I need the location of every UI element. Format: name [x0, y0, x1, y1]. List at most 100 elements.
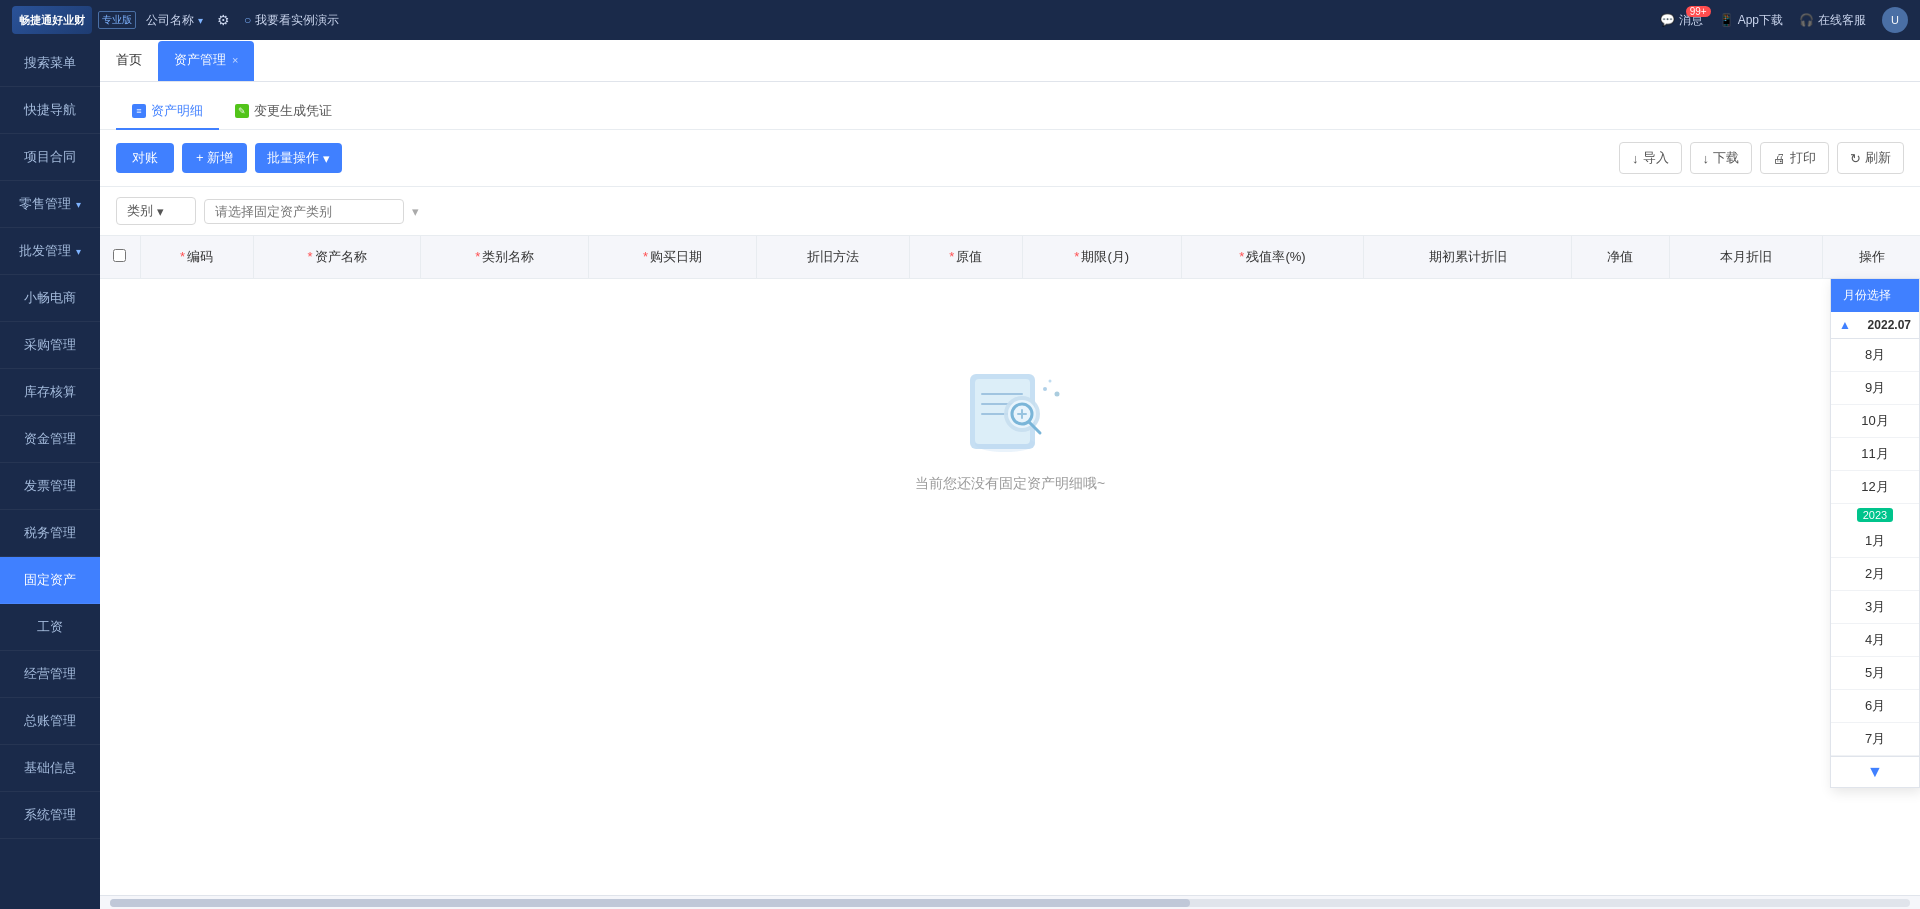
month-item-8[interactable]: 8月	[1831, 339, 1919, 372]
sidebar-label-finance: 资金管理	[24, 431, 76, 446]
sidebar-item-search[interactable]: 搜索菜单	[0, 40, 100, 87]
download-button[interactable]: ↓ 下载	[1690, 142, 1753, 174]
sidebar-item-salary[interactable]: 工资	[0, 604, 100, 651]
print-icon: 🖨	[1773, 151, 1786, 166]
month-item-1[interactable]: 1月	[1831, 525, 1919, 558]
brand-logo: 畅捷通好业财	[12, 6, 92, 34]
sidebar-item-quicknav[interactable]: 快捷导航	[0, 87, 100, 134]
select-all-checkbox[interactable]	[113, 249, 126, 262]
month-panel-title: 月份选择	[1843, 287, 1891, 304]
sub-tab-asset-detail[interactable]: ≡ 资产明细	[116, 94, 219, 130]
month-item-10[interactable]: 10月	[1831, 405, 1919, 438]
tab-asset-management[interactable]: 资产管理 ×	[158, 41, 254, 81]
brand-subtitle: 专业版	[98, 11, 136, 29]
sidebar-label-basic-info: 基础信息	[24, 760, 76, 775]
tab-bar: 首页 资产管理 ×	[100, 40, 1920, 82]
print-button[interactable]: 🖨 打印	[1760, 142, 1829, 174]
import-label: 导入	[1643, 149, 1669, 167]
toolbar-right: ↓ 导入 ↓ 下载 🖨 打印 ↻ 刷新	[1619, 142, 1904, 174]
sub-tab-change-voucher-label: 变更生成凭证	[254, 102, 332, 120]
tab-asset-label: 资产管理	[174, 51, 226, 69]
sidebar-item-invoice[interactable]: 发票管理	[0, 463, 100, 510]
month-item-12[interactable]: 12月	[1831, 471, 1919, 504]
add-label: + 新增	[196, 149, 233, 167]
svg-point-13	[1049, 380, 1052, 383]
top-bar-right: 💬 消息 99+ 📱 App下载 🎧 在线客服 U	[1660, 7, 1908, 33]
page-content: ≡ 资产明细 ✎ 变更生成凭证 对账 + 新增 批量操作 ▾	[100, 82, 1920, 909]
category-search-input[interactable]	[204, 199, 404, 224]
svg-point-14	[1055, 392, 1060, 397]
message-badge: 99+	[1686, 6, 1711, 17]
sidebar-label-fixed-assets: 固定资产	[24, 572, 76, 587]
sidebar-item-inventory[interactable]: 库存核算	[0, 369, 100, 416]
month-nav-down-icon[interactable]: ▼	[1867, 763, 1883, 781]
expand-icon2: ▾	[76, 246, 81, 257]
sidebar: 搜索菜单 快捷导航 项目合同 零售管理 ▾ 批发管理 ▾ 小畅电商 采购管理 库…	[0, 40, 100, 909]
settings-button[interactable]: ⚙	[213, 8, 234, 32]
app-download-label: App下载	[1738, 12, 1783, 29]
sidebar-item-general-ledger[interactable]: 总账管理	[0, 698, 100, 745]
sidebar-label-wholesale: 批发管理	[19, 243, 71, 258]
checkbox-col	[100, 236, 140, 279]
online-service-button[interactable]: 🎧 在线客服	[1799, 12, 1866, 29]
sidebar-item-wholesale[interactable]: 批发管理 ▾	[0, 228, 100, 275]
app-download-button[interactable]: 📱 App下载	[1719, 12, 1783, 29]
import-button[interactable]: ↓ 导入	[1619, 142, 1682, 174]
year-label: 2022.07	[1868, 318, 1911, 332]
match-button[interactable]: 对账	[116, 143, 174, 173]
sidebar-label-retail: 零售管理	[19, 196, 71, 211]
sidebar-item-system[interactable]: 系统管理	[0, 792, 100, 839]
tab-home[interactable]: 首页	[100, 41, 158, 81]
refresh-button[interactable]: ↻ 刷新	[1837, 142, 1904, 174]
year-display: ▲ 2022.07	[1831, 312, 1919, 339]
sidebar-label-operations: 经营管理	[24, 666, 76, 681]
col-original-value: *原值	[909, 236, 1022, 279]
month-item-4[interactable]: 4月	[1831, 624, 1919, 657]
horizontal-scrollbar[interactable]	[100, 895, 1920, 909]
empty-illustration	[950, 359, 1070, 459]
sidebar-item-basic-info[interactable]: 基础信息	[0, 745, 100, 792]
demo-button[interactable]: ○ 我要看实例演示	[244, 12, 339, 29]
month-item-3[interactable]: 3月	[1831, 591, 1919, 624]
category-select[interactable]: 类别 ▾	[116, 197, 196, 225]
app-icon: 📱	[1719, 13, 1734, 27]
scroll-thumb	[110, 899, 1190, 907]
sidebar-item-project[interactable]: 项目合同	[0, 134, 100, 181]
company-name: 公司名称	[146, 12, 194, 29]
chevron-down-icon: ▾	[198, 15, 203, 26]
month-item-11[interactable]: 11月	[1831, 438, 1919, 471]
add-button[interactable]: + 新增	[182, 143, 247, 173]
sidebar-label-search: 搜索菜单	[24, 55, 76, 70]
sidebar-label-project: 项目合同	[24, 149, 76, 164]
sidebar-item-ecommerce[interactable]: 小畅电商	[0, 275, 100, 322]
sub-tab-change-voucher[interactable]: ✎ 变更生成凭证	[219, 94, 348, 130]
tab-home-label: 首页	[116, 51, 142, 69]
sidebar-item-purchase[interactable]: 采购管理	[0, 322, 100, 369]
tab-close-icon[interactable]: ×	[232, 54, 238, 66]
sidebar-item-retail[interactable]: 零售管理 ▾	[0, 181, 100, 228]
month-item-6[interactable]: 6月	[1831, 690, 1919, 723]
asset-table: *编码 *资产名称 *类别名称 *购买日期 折旧方法 *原值 *期限(月) *残…	[100, 236, 1920, 573]
company-selector[interactable]: 公司名称 ▾	[146, 12, 203, 29]
batch-button[interactable]: 批量操作 ▾	[255, 143, 342, 173]
up-arrow-icon[interactable]: ▲	[1839, 318, 1851, 332]
message-icon: 💬	[1660, 13, 1675, 27]
message-button[interactable]: 💬 消息 99+	[1660, 12, 1703, 29]
month-item-5[interactable]: 5月	[1831, 657, 1919, 690]
sidebar-label-inventory: 库存核算	[24, 384, 76, 399]
month-item-7[interactable]: 7月	[1831, 723, 1919, 756]
download-icon: ↓	[1703, 151, 1710, 166]
demo-icon: ○	[244, 13, 251, 27]
sidebar-item-operations[interactable]: 经营管理	[0, 651, 100, 698]
sidebar-item-fixed-assets[interactable]: 固定资产	[0, 557, 100, 604]
avatar[interactable]: U	[1882, 7, 1908, 33]
sidebar-label-purchase: 采购管理	[24, 337, 76, 352]
col-period: *期限(月)	[1022, 236, 1181, 279]
sidebar-item-finance[interactable]: 资金管理	[0, 416, 100, 463]
col-code: *编码	[140, 236, 253, 279]
month-item-2[interactable]: 2月	[1831, 558, 1919, 591]
month-item-9[interactable]: 9月	[1831, 372, 1919, 405]
match-label: 对账	[132, 149, 158, 167]
sidebar-item-tax[interactable]: 税务管理	[0, 510, 100, 557]
headset-icon: 🎧	[1799, 13, 1814, 27]
